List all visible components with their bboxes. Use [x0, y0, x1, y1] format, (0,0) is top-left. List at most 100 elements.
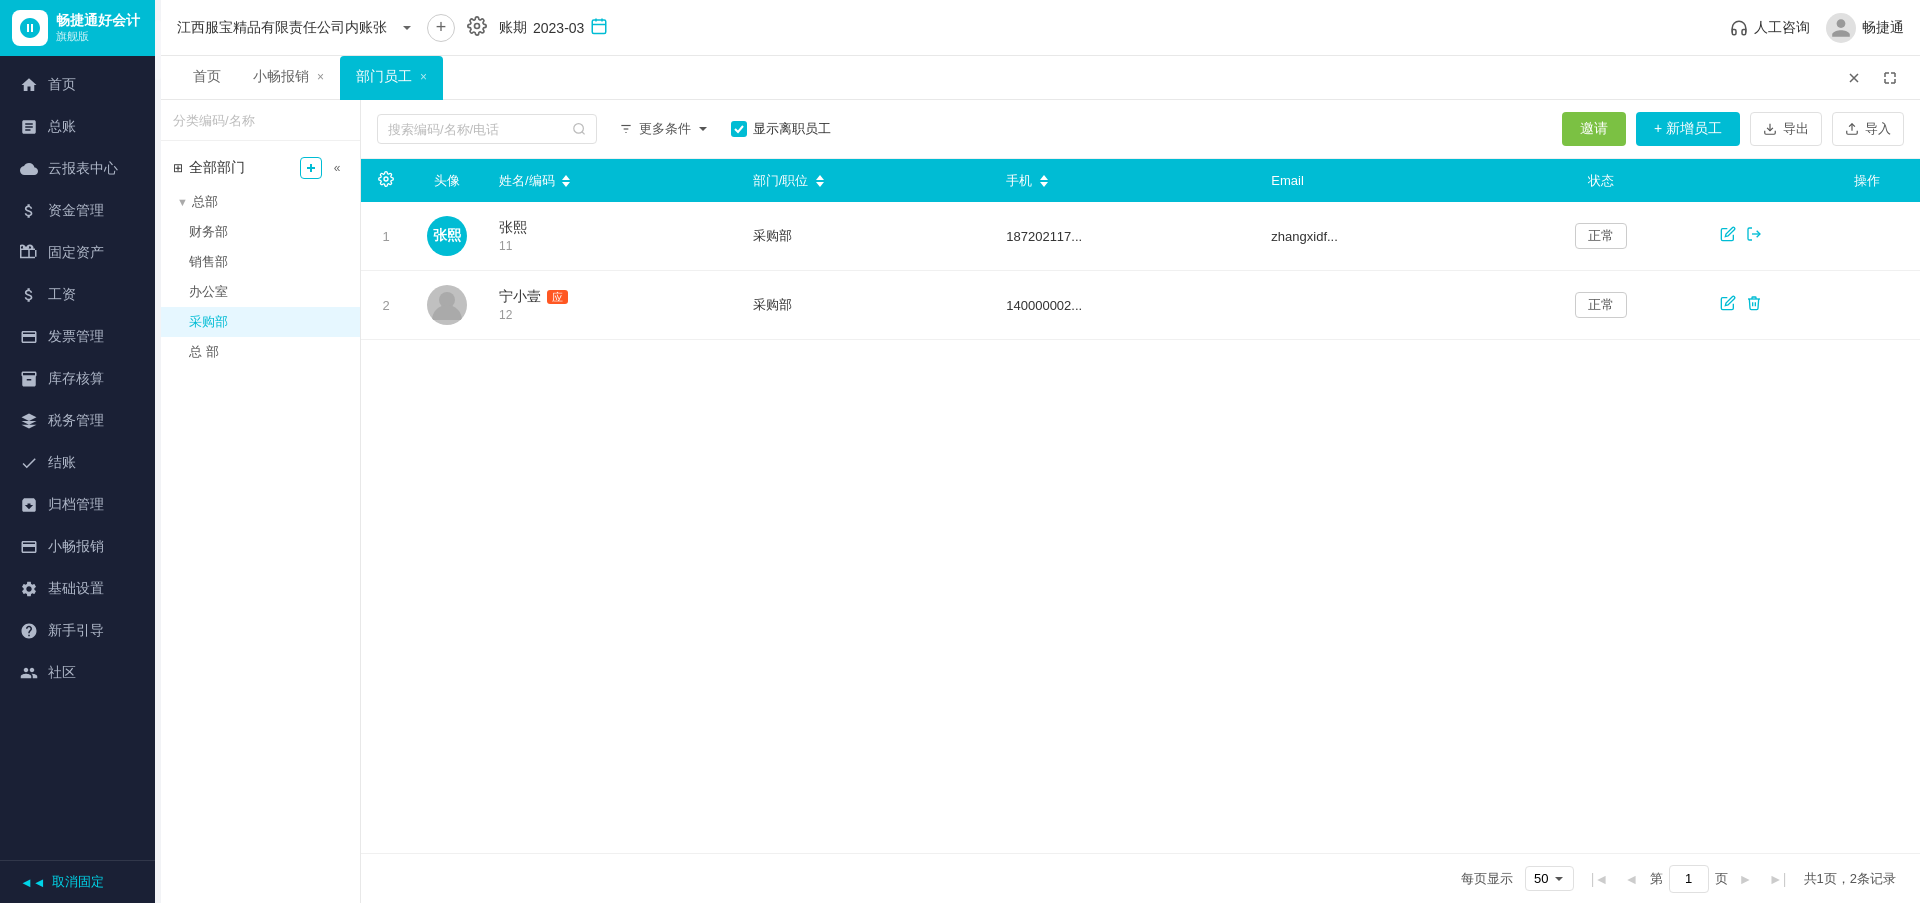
import-btn[interactable]: 导入	[1832, 112, 1904, 146]
employee-data-table: 头像 姓名/编码 部门/职位	[361, 159, 1920, 340]
invite-btn[interactable]: 邀请	[1562, 112, 1626, 146]
col-settings[interactable]	[361, 159, 411, 202]
sidebar-item-label: 税务管理	[48, 412, 104, 430]
service-btn[interactable]: 人工咨询	[1730, 19, 1810, 37]
unpin-label: 取消固定	[52, 873, 104, 891]
page-last-btn[interactable]: ►|	[1764, 865, 1792, 893]
company-dropdown-btn[interactable]	[399, 20, 415, 36]
service-label: 人工咨询	[1754, 19, 1810, 37]
sidebar-item-archive[interactable]: 归档管理	[0, 484, 155, 526]
add-employee-btn[interactable]: + 新增员工	[1636, 112, 1740, 146]
calendar-icon[interactable]	[590, 17, 608, 38]
user-menu[interactable]: 畅捷通	[1826, 13, 1904, 43]
logo-sub: 旗舰版	[56, 29, 140, 44]
dept-all-label: 全部部门	[189, 159, 245, 177]
sidebar-item-home[interactable]: 首页	[0, 64, 155, 106]
dept-node-caiwu[interactable]: 财务部	[161, 217, 360, 247]
sort-name-icon	[562, 175, 570, 187]
svg-line-10	[582, 132, 585, 135]
export-label: 导出	[1783, 120, 1809, 138]
employee-search-icon	[572, 121, 586, 137]
row-index: 2	[361, 271, 411, 340]
tab-expense-close[interactable]: ×	[317, 70, 324, 84]
dept-collapse-btn[interactable]: «	[326, 157, 348, 179]
expense-icon	[20, 538, 38, 556]
employee-name: 张熙	[499, 219, 721, 237]
tab-department-label: 部门员工	[356, 68, 412, 86]
row-status: 正常	[1497, 271, 1703, 340]
sidebar-item-community[interactable]: 社区	[0, 652, 155, 694]
dept-node-caigou[interactable]: 采购部	[161, 307, 360, 337]
dept-node-bangongshi[interactable]: 办公室	[161, 277, 360, 307]
sidebar-item-guide[interactable]: 新手引导	[0, 610, 155, 652]
logout-btn[interactable]	[1746, 226, 1762, 246]
page-prev-btn[interactable]: ◄	[1618, 865, 1646, 893]
sidebar-item-asset[interactable]: 固定资产	[0, 232, 155, 274]
sidebar-item-cloud-report[interactable]: 云报表中心	[0, 148, 155, 190]
edit-btn[interactable]	[1720, 226, 1736, 246]
edit-btn[interactable]	[1720, 295, 1736, 315]
tab-expense[interactable]: 小畅报销 ×	[237, 56, 340, 100]
dept-add-btn[interactable]	[300, 157, 322, 179]
tab-close-all-btn[interactable]	[1840, 64, 1868, 92]
sidebar-item-fund[interactable]: 资金管理	[0, 190, 155, 232]
delete-btn[interactable]	[1746, 295, 1762, 315]
sidebar-item-label: 社区	[48, 664, 76, 682]
sidebar-item-label: 云报表中心	[48, 160, 118, 178]
add-company-btn[interactable]: +	[427, 14, 455, 42]
sidebar-scrollbar[interactable]	[155, 0, 161, 903]
sidebar-footer-unpin[interactable]: ◄◄ 取消固定	[0, 860, 155, 903]
col-dept[interactable]: 部门/职位	[737, 159, 991, 202]
page-first-btn[interactable]: |◄	[1586, 865, 1614, 893]
sidebar-item-tax[interactable]: 税务管理	[0, 400, 155, 442]
col-actions: 操作	[1704, 159, 1920, 202]
dept-all-root[interactable]: ⊞ 全部部门 «	[161, 149, 360, 187]
dept-search-input[interactable]	[173, 113, 341, 128]
tab-department[interactable]: 部门员工 ×	[340, 56, 443, 100]
show-resigned-toggle[interactable]: 显示离职员工	[731, 120, 831, 138]
row-avatar: 张熙	[411, 202, 483, 271]
row-status: 正常	[1497, 202, 1703, 271]
row-dept: 采购部	[737, 202, 991, 271]
sidebar-item-label: 发票管理	[48, 328, 104, 346]
logo-name: 畅捷通好会计	[56, 12, 140, 29]
sidebar-item-settings[interactable]: 基础设置	[0, 568, 155, 610]
row-avatar	[411, 271, 483, 340]
export-btn[interactable]: 导出	[1750, 112, 1822, 146]
page-next-btn[interactable]: ►	[1732, 865, 1760, 893]
sidebar-item-inventory[interactable]: 库存核算	[0, 358, 155, 400]
tab-home[interactable]: 首页	[177, 56, 237, 100]
settings-btn[interactable]	[467, 16, 487, 40]
dept-header-actions: «	[300, 157, 348, 179]
tab-expand-btn[interactable]	[1876, 64, 1904, 92]
sidebar-item-invoice[interactable]: 发票管理	[0, 316, 155, 358]
svg-point-16	[384, 177, 388, 181]
sidebar-item-expense[interactable]: 小畅报销	[0, 526, 155, 568]
employee-code: 12	[499, 308, 721, 322]
sidebar-item-label: 归档管理	[48, 496, 104, 514]
sidebar-item-salary[interactable]: 工资	[0, 274, 155, 316]
unpin-icon: ◄◄	[20, 875, 46, 890]
sidebar-item-ledger[interactable]: 总账	[0, 106, 155, 148]
dept-node-xiaoshou[interactable]: 销售部	[161, 247, 360, 277]
row-index: 1	[361, 202, 411, 271]
page-number-input[interactable]	[1669, 865, 1709, 893]
import-label: 导入	[1865, 120, 1891, 138]
dept-expand-icon: ▼	[177, 196, 188, 208]
page-size-select[interactable]: 50	[1525, 866, 1573, 891]
col-phone[interactable]: 手机	[990, 159, 1255, 202]
filter-btn[interactable]: 更多条件	[609, 114, 719, 144]
dept-node-zongbu2[interactable]: 总 部	[161, 337, 360, 367]
employee-table: 头像 姓名/编码 部门/职位	[361, 159, 1920, 853]
employee-search-input[interactable]	[388, 122, 566, 137]
sidebar-item-checkout[interactable]: 结账	[0, 442, 155, 484]
tab-department-close[interactable]: ×	[420, 70, 427, 84]
header-right: 人工咨询 畅捷通	[1730, 13, 1904, 43]
period-display: 账期 2023-03	[499, 17, 608, 38]
invoice-icon	[20, 328, 38, 346]
col-name-code[interactable]: 姓名/编码	[483, 159, 737, 202]
guide-icon	[20, 622, 38, 640]
show-resigned-label: 显示离职员工	[753, 120, 831, 138]
ledger-icon	[20, 118, 38, 136]
dept-node-zongbu[interactable]: ▼ 总部	[161, 187, 360, 217]
